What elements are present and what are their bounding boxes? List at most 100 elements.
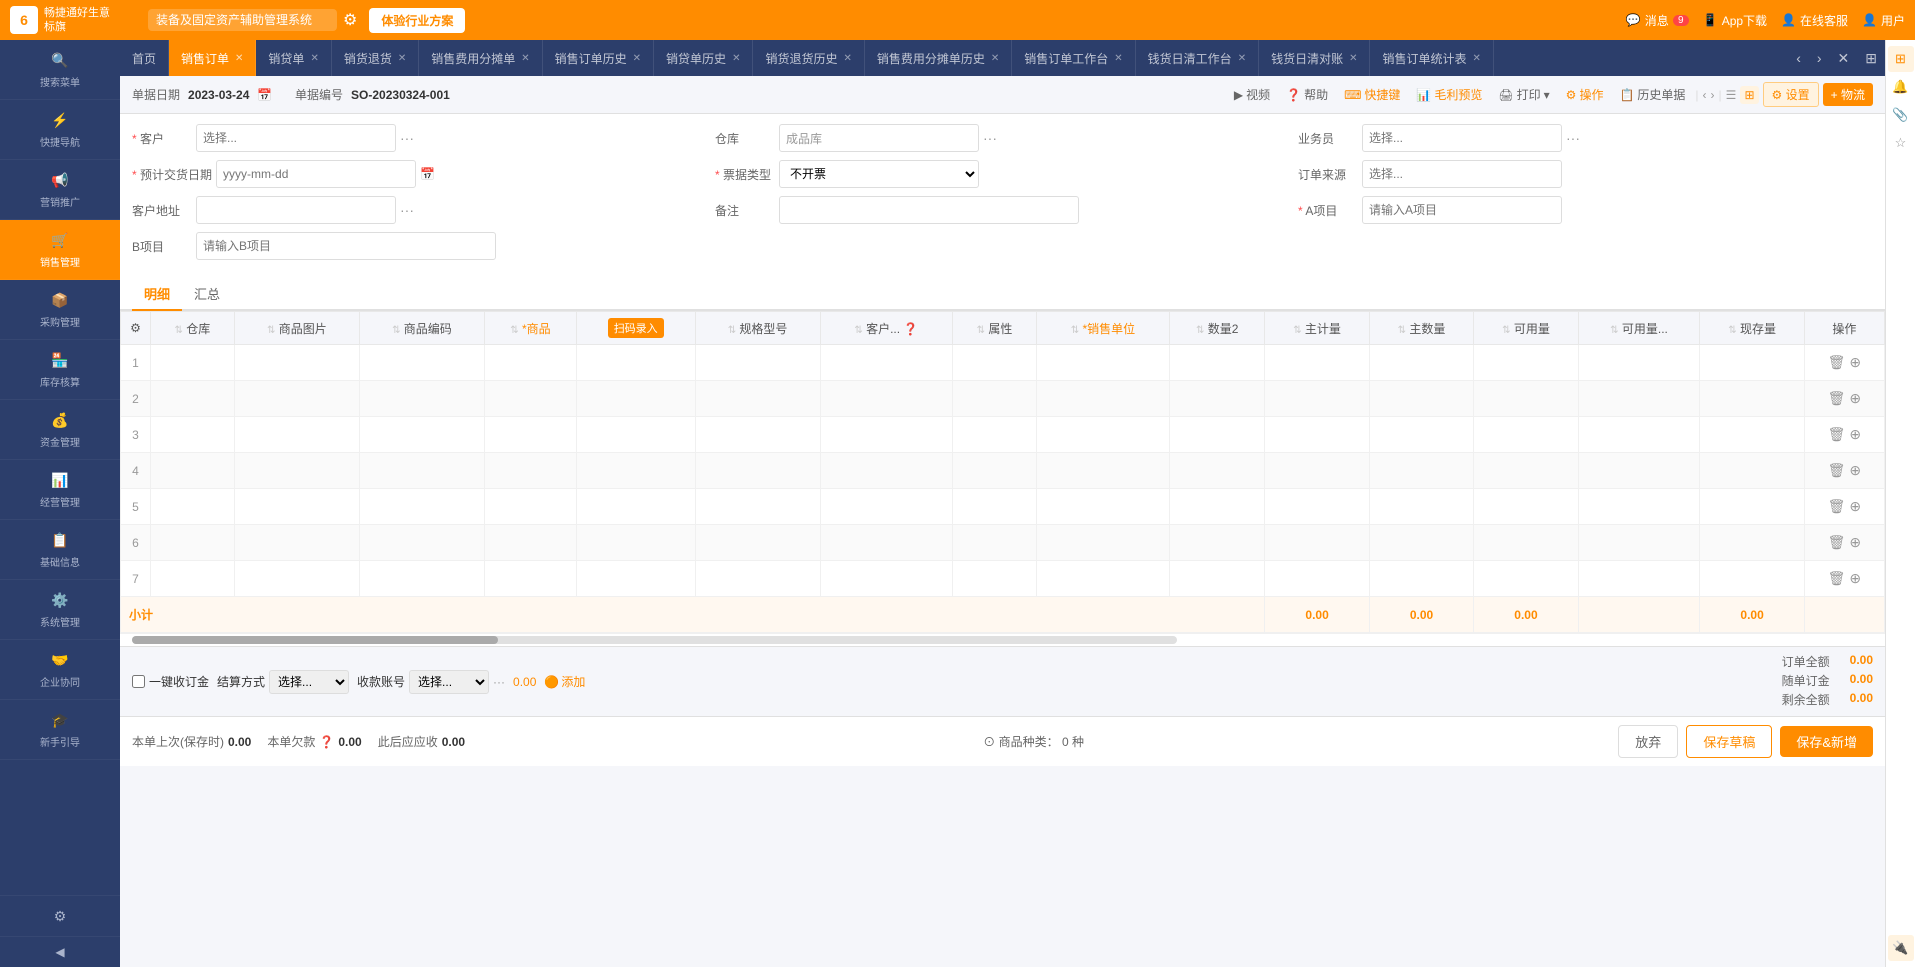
sidebar-item-sales[interactable]: 🛒 销售管理 [0,220,120,280]
tab-close-sales-expense-split[interactable]: ✕ [521,53,529,64]
right-panel-icon-attach[interactable]: 📎 [1888,102,1914,128]
row-copy-2[interactable]: ⊕ [1849,390,1861,407]
profit-btn[interactable]: 📊 毛利预览 [1410,84,1488,105]
customer-input[interactable] [196,124,396,152]
account-select[interactable]: 选择... [409,670,489,694]
warehouse-more-btn[interactable]: ··· [983,130,997,146]
sidebar-item-enterprise[interactable]: 🤝 企业协同 [0,640,120,700]
date-picker-icon[interactable]: 📅 [420,167,435,181]
sidebar-item-marketing[interactable]: 📢 营销推广 [0,160,120,220]
tab-close-sales-return-history[interactable]: ✕ [732,53,740,64]
tab-home[interactable]: 首页 [120,40,169,76]
tab-summary[interactable]: 汇总 [182,278,232,311]
row-delete-2[interactable]: 🗑 [1828,390,1846,407]
system-selector[interactable]: 装备及固定资产辅助管理系统 [148,9,337,31]
shortcut-btn[interactable]: ⌨ 快捷键 [1338,84,1406,105]
a-project-input[interactable] [1362,196,1562,224]
tab-close-sales-order-history[interactable]: ✕ [633,53,641,64]
right-panel-icon-star[interactable]: ☆ [1888,130,1914,156]
sidebar-item-search[interactable]: 🔍 搜索菜单 [0,40,120,100]
save-new-btn[interactable]: 保存&新增 [1780,726,1873,757]
sidebar-collapse-btn[interactable]: ◀ [0,937,120,967]
invoice-type-select[interactable]: 不开票 专用发票 普通发票 [779,160,979,188]
message-btn[interactable]: 💬 消息 9 [1626,12,1689,29]
one-click-label[interactable]: 一键收订金 [132,673,209,690]
tab-more-btn[interactable]: ⊞ [1857,40,1885,76]
tab-sales-order-history[interactable]: 销售订单历史✕ [543,40,654,76]
tab-close-sales-order-workbench[interactable]: ✕ [1114,53,1122,64]
scan-btn[interactable]: 扫码录入 [608,318,664,338]
calendar-icon[interactable]: 📅 [257,88,272,102]
row-delete-3[interactable]: 🗑 [1828,426,1846,443]
row-copy-4[interactable]: ⊕ [1849,462,1861,479]
save-draft-btn[interactable]: 保存草稿 [1686,725,1772,758]
account-more-btn[interactable]: ··· [493,675,505,689]
row-copy-6[interactable]: ⊕ [1849,534,1861,551]
right-panel-icon-plugin[interactable]: 🔌 [1888,935,1914,961]
next-page-icon[interactable]: › [1711,88,1715,102]
print-btn[interactable]: 🖨 打印 ▾ [1492,84,1555,105]
customer-more-btn[interactable]: ··· [400,130,414,146]
tab-close-sales-refund-history[interactable]: ✕ [843,53,851,64]
payment-select[interactable]: 选择... [269,670,349,694]
tab-close-sales-order-stats[interactable]: ✕ [1473,53,1481,64]
row-delete-7[interactable]: 🗑 [1828,570,1846,587]
sidebar-item-operation[interactable]: 📊 经营管理 [0,460,120,520]
grid-view-icon[interactable]: ⊞ [1740,86,1758,104]
tab-close-cash-daily-workbench[interactable]: ✕ [1238,53,1246,64]
tab-close-cash-daily-reconcile[interactable]: ✕ [1349,53,1357,64]
row-delete-6[interactable]: 🗑 [1828,534,1846,551]
online-service-btn[interactable]: 👤 在线客服 [1781,12,1848,29]
sidebar-item-settings[interactable]: ⚙ [0,895,120,937]
right-panel-icon-grid[interactable]: ⊞ [1888,46,1914,72]
address-more-btn[interactable]: ··· [400,202,414,218]
tab-sales-return[interactable]: 销贷单✕ [256,40,331,76]
sidebar-item-newbie[interactable]: 🎓 新手引导 [0,700,120,760]
sidebar-item-basic[interactable]: 📋 基础信息 [0,520,120,580]
sidebar-item-finance[interactable]: 💰 资金管理 [0,400,120,460]
tab-close-sales-expense-history[interactable]: ✕ [991,53,999,64]
tab-sales-refund[interactable]: 销货退货✕ [332,40,419,76]
row-copy-7[interactable]: ⊕ [1849,570,1861,587]
tab-close-sales-return[interactable]: ✕ [310,53,318,64]
row-delete-1[interactable]: 🗑 [1828,354,1846,371]
tab-close-sales-refund[interactable]: ✕ [398,53,406,64]
col-scan[interactable]: 扫码录入 [576,312,695,345]
right-panel-icon-bell[interactable]: 🔔 [1888,74,1914,100]
remarks-input[interactable] [779,196,1079,224]
warehouse-input[interactable] [779,124,979,152]
salesperson-more-btn[interactable]: ··· [1566,130,1580,146]
row-copy-3[interactable]: ⊕ [1849,426,1861,443]
discard-btn[interactable]: 放弃 [1618,725,1678,758]
sidebar-item-purchase[interactable]: 📦 采购管理 [0,280,120,340]
tab-close-sales-order[interactable]: ✕ [235,53,243,64]
b-project-input[interactable] [196,232,496,260]
row-delete-4[interactable]: 🗑 [1828,462,1846,479]
salesperson-input[interactable] [1362,124,1562,152]
industry-btn[interactable]: 体验行业方案 [369,8,465,33]
tab-sales-return-history[interactable]: 销贷单历史✕ [654,40,753,76]
address-input[interactable] [196,196,396,224]
tab-sales-order-stats[interactable]: 销售订单统计表✕ [1370,40,1493,76]
one-click-checkbox[interactable] [132,675,145,688]
tab-cash-daily-reconcile[interactable]: 钱货日清对账✕ [1259,40,1370,76]
tab-close-btn[interactable]: ✕ [1830,40,1858,76]
sidebar-item-system[interactable]: ⚙️ 系统管理 [0,580,120,640]
row-copy-5[interactable]: ⊕ [1849,498,1861,515]
setting-btn[interactable]: ⚙ 设置 [1763,82,1819,107]
tab-sales-order-workbench[interactable]: 销售订单工作台✕ [1012,40,1135,76]
history-btn[interactable]: 📋 历史单据 [1613,84,1691,105]
tab-prev-btn[interactable]: ‹ [1788,40,1809,76]
tab-detail[interactable]: 明细 [132,278,182,311]
prev-page-icon[interactable]: ‹ [1703,88,1707,102]
help-btn[interactable]: ❓ 帮助 [1280,84,1334,105]
col-config[interactable]: ⚙ [121,312,151,345]
delivery-date-input[interactable] [216,160,416,188]
row-delete-5[interactable]: 🗑 [1828,498,1846,515]
app-download-btn[interactable]: 📱 App下载 [1703,12,1767,29]
tab-sales-expense-split[interactable]: 销售费用分摊单✕ [419,40,542,76]
sidebar-item-inventory[interactable]: 🏪 库存核算 [0,340,120,400]
view-btn[interactable]: ▶ 视频 [1228,84,1276,105]
sidebar-item-quick-nav[interactable]: ⚡ 快捷导航 [0,100,120,160]
tab-cash-daily-workbench[interactable]: 钱货日清工作台✕ [1136,40,1259,76]
